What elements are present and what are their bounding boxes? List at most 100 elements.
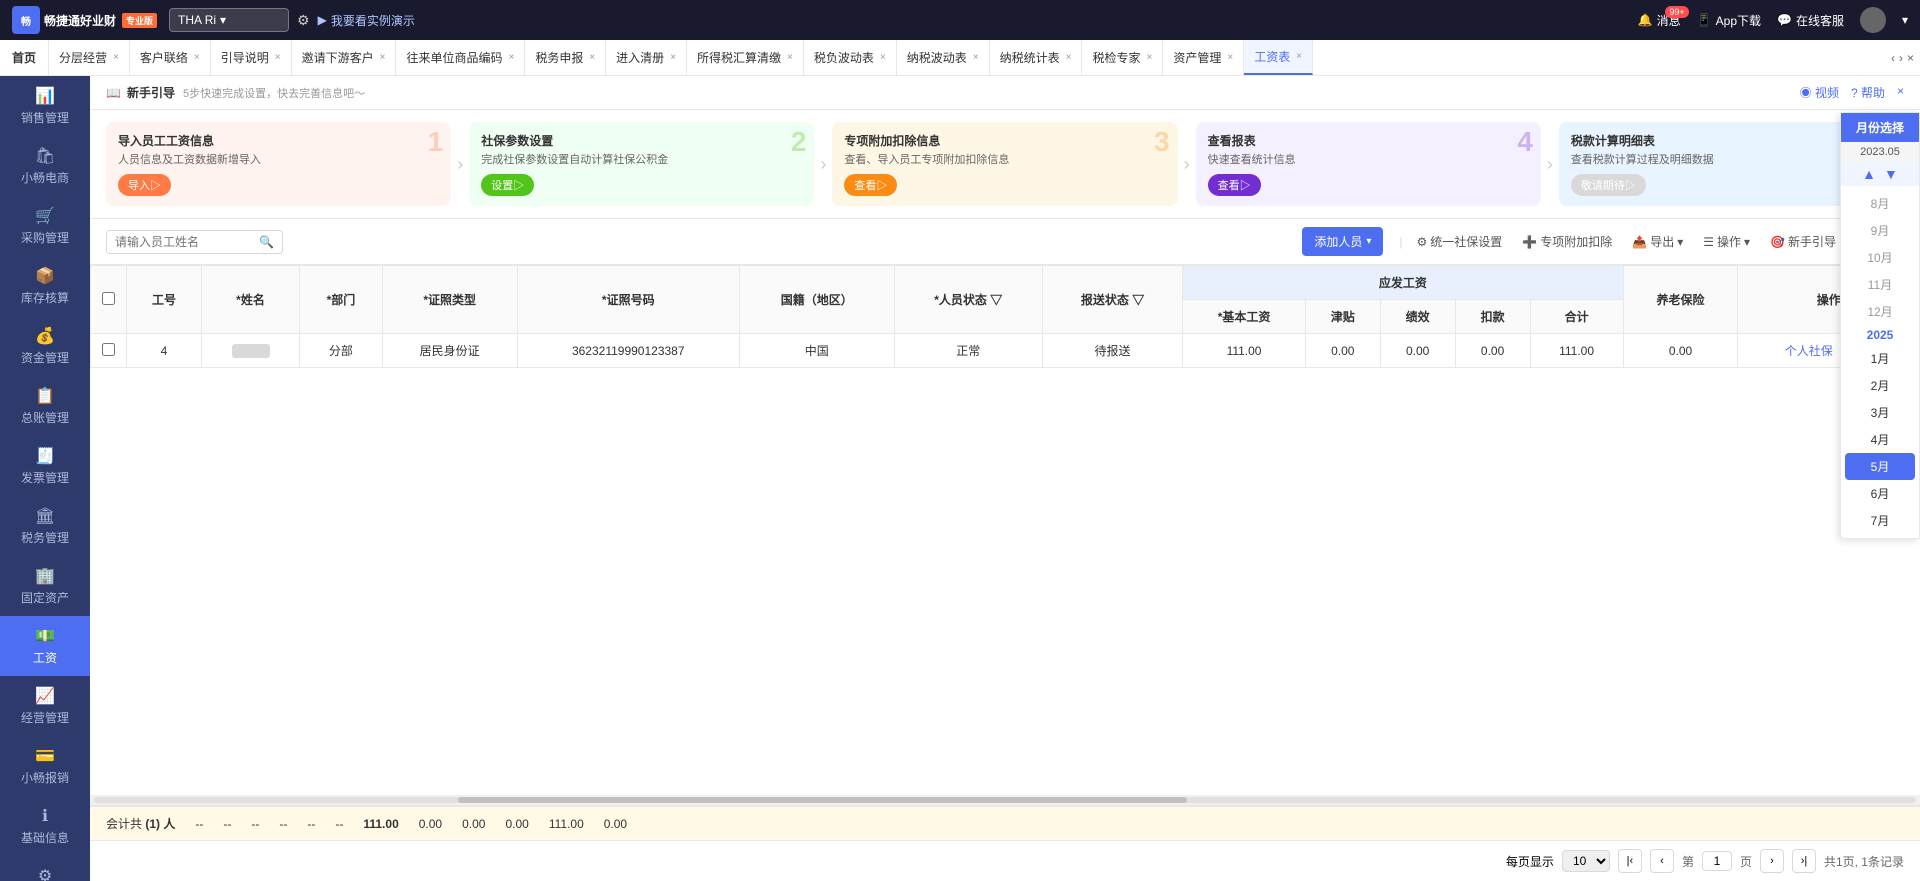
tab-payroll[interactable]: 工资表 × xyxy=(1244,40,1313,75)
close-icon[interactable]: × xyxy=(880,52,886,63)
user-avatar[interactable] xyxy=(1860,7,1886,33)
close-guide-icon[interactable]: × xyxy=(1897,84,1904,101)
sidebar-item-finance[interactable]: 💰 资金管理 xyxy=(0,316,90,376)
select-all-checkbox[interactable] xyxy=(102,292,115,305)
sidebar-item-tax[interactable]: 🏛 税务管理 xyxy=(0,496,90,556)
tab-tax-fluctuation[interactable]: 纳税波动表 × xyxy=(897,40,990,75)
nav-prev-icon[interactable]: ‹ xyxy=(1891,51,1895,65)
close-icon[interactable]: × xyxy=(1296,51,1302,62)
tab-tax-filing[interactable]: 税务申报 × xyxy=(525,40,606,75)
month-item-6[interactable]: 6月 xyxy=(1841,480,1919,507)
next-page-button[interactable]: › xyxy=(1760,849,1784,873)
add-person-button[interactable]: 添加人员 ▾ xyxy=(1302,227,1383,256)
nav-next-icon[interactable]: › xyxy=(1899,51,1903,65)
sidebar-item-fixed-assets[interactable]: 🏢 固定资产 xyxy=(0,556,90,616)
tab-invite-downstream[interactable]: 邀请下游客户 × xyxy=(292,40,397,75)
close-icon[interactable]: × xyxy=(1066,52,1072,63)
month-item-4[interactable]: 4月 xyxy=(1841,426,1919,453)
row-checkbox[interactable] xyxy=(102,343,115,356)
sidebar-item-operations[interactable]: 📈 经营管理 xyxy=(0,676,90,736)
unified-social-security-button[interactable]: ⚙ 统一社保设置 xyxy=(1411,229,1509,254)
tab-asset-mgmt[interactable]: 资产管理 × xyxy=(1163,40,1244,75)
close-icon[interactable]: × xyxy=(787,52,793,63)
th-select-all[interactable] xyxy=(91,266,127,334)
sidebar-item-basic-info[interactable]: ℹ 基础信息 xyxy=(0,796,90,856)
step-btn-4[interactable]: 查看▷ xyxy=(1208,174,1261,196)
tab-layered-mgmt[interactable]: 分层经营 × xyxy=(49,40,130,75)
month-item-7[interactable]: 7月 xyxy=(1841,507,1919,534)
month-item-9[interactable]: 9月 xyxy=(1841,217,1919,244)
month-item-2[interactable]: 2月 xyxy=(1841,372,1919,399)
td-checkbox[interactable] xyxy=(91,334,127,368)
report-filter-icon[interactable]: ▽ xyxy=(1132,293,1144,307)
tab-guide[interactable]: 引导说明 × xyxy=(211,40,292,75)
settings-icon[interactable]: ⚙ xyxy=(297,12,310,29)
month-nav-up[interactable]: ▲ xyxy=(1862,166,1876,182)
tab-customer-contact[interactable]: 客户联络 × xyxy=(130,40,211,75)
month-item-8[interactable]: 8月 xyxy=(1841,190,1919,217)
step-btn-2[interactable]: 设置▷ xyxy=(481,174,534,196)
close-icon[interactable]: × xyxy=(275,52,281,63)
month-item-10[interactable]: 10月 xyxy=(1841,244,1919,271)
tab-tax-burden[interactable]: 税负波动表 × xyxy=(804,40,897,75)
operation-button[interactable]: ☰ 操作 ▾ xyxy=(1697,229,1756,254)
tab-tax-expert[interactable]: 税检专家 × xyxy=(1082,40,1163,75)
sidebar-item-ledger[interactable]: 📋 总账管理 xyxy=(0,376,90,436)
prev-page-button[interactable]: ‹ xyxy=(1650,849,1674,873)
sidebar-item-expense[interactable]: 💳 小畅报销 xyxy=(0,736,90,796)
tab-income-tax[interactable]: 所得税汇算清缴 × xyxy=(687,40,804,75)
page-number-input[interactable] xyxy=(1702,851,1732,871)
horizontal-scrollbar[interactable] xyxy=(90,795,1920,805)
step-btn-5[interactable]: 敬请期待▷ xyxy=(1571,174,1646,196)
month-item-3[interactable]: 3月 xyxy=(1841,399,1919,426)
newbie-guide-button[interactable]: 🎯 新手引导 xyxy=(1764,229,1842,254)
month-panel-title: 月份选择 xyxy=(1841,113,1919,142)
step-btn-3[interactable]: 查看▷ xyxy=(844,174,897,196)
tab-tax-stats[interactable]: 纳税统计表 × xyxy=(990,40,1083,75)
special-deduction-button[interactable]: ➕ 专项附加扣除 xyxy=(1516,229,1618,254)
company-selector[interactable]: THA Ri ▾ xyxy=(169,8,289,32)
search-icon[interactable]: 🔍 xyxy=(259,235,274,249)
sidebar-item-sales[interactable]: 📊 销售管理 xyxy=(0,76,90,136)
close-icon[interactable]: × xyxy=(194,52,200,63)
tab-unit-product-code[interactable]: 往来单位商品编码 × xyxy=(396,40,525,75)
close-icon[interactable]: × xyxy=(508,52,514,63)
month-item-12[interactable]: 12月 xyxy=(1841,298,1919,325)
close-icon[interactable]: × xyxy=(589,52,595,63)
close-icon[interactable]: × xyxy=(380,52,386,63)
month-item-1[interactable]: 1月 xyxy=(1841,345,1919,372)
message-button[interactable]: 🔔 消息 99+ xyxy=(1638,12,1681,29)
tab-clearance[interactable]: 进入清册 × xyxy=(606,40,687,75)
month-nav-down[interactable]: ▼ xyxy=(1884,166,1898,182)
demo-link[interactable]: ▶ 我要看实例演示 xyxy=(318,12,415,29)
app-download-button[interactable]: 📱 App下载 xyxy=(1697,12,1761,29)
individual-social-security-link[interactable]: 个人社保 xyxy=(1785,344,1833,358)
online-service-button[interactable]: 💬 在线客服 xyxy=(1777,12,1844,29)
sidebar-item-ecommerce[interactable]: 🛍 小畅电商 xyxy=(0,136,90,196)
month-item-11[interactable]: 11月 xyxy=(1841,271,1919,298)
sidebar-item-payroll[interactable]: 💵 工资 xyxy=(0,616,90,676)
tab-home[interactable]: 首页 xyxy=(0,40,49,75)
filter-icon[interactable]: ▽ xyxy=(990,293,1002,307)
video-link[interactable]: ◉ 视频 xyxy=(1800,84,1839,101)
export-button[interactable]: 📤 导出 ▾ xyxy=(1626,229,1689,254)
month-item-5[interactable]: 5月 xyxy=(1845,453,1915,480)
search-input[interactable] xyxy=(115,235,255,249)
help-link[interactable]: ? 帮助 xyxy=(1851,84,1885,101)
user-menu-icon[interactable]: ▾ xyxy=(1902,13,1908,27)
sidebar-item-system[interactable]: ⚙ 系统管理 xyxy=(0,856,90,881)
sidebar-item-invoice[interactable]: 🧾 发票管理 xyxy=(0,436,90,496)
close-icon[interactable]: × xyxy=(973,52,979,63)
close-icon[interactable]: × xyxy=(1227,52,1233,63)
sidebar-item-purchase[interactable]: 🛒 采购管理 xyxy=(0,196,90,256)
sidebar-item-inventory[interactable]: 📦 库存核算 xyxy=(0,256,90,316)
last-page-button[interactable]: ›| xyxy=(1792,849,1816,873)
scrollbar-thumb[interactable] xyxy=(458,797,1187,803)
close-icon[interactable]: × xyxy=(670,52,676,63)
step-btn-1[interactable]: 导入▷ xyxy=(118,174,171,196)
close-icon[interactable]: × xyxy=(1146,52,1152,63)
nav-close-all-icon[interactable]: × xyxy=(1907,51,1914,65)
first-page-button[interactable]: |‹ xyxy=(1618,849,1642,873)
close-icon[interactable]: × xyxy=(113,52,119,63)
per-page-select[interactable]: 10 20 50 xyxy=(1562,850,1610,872)
